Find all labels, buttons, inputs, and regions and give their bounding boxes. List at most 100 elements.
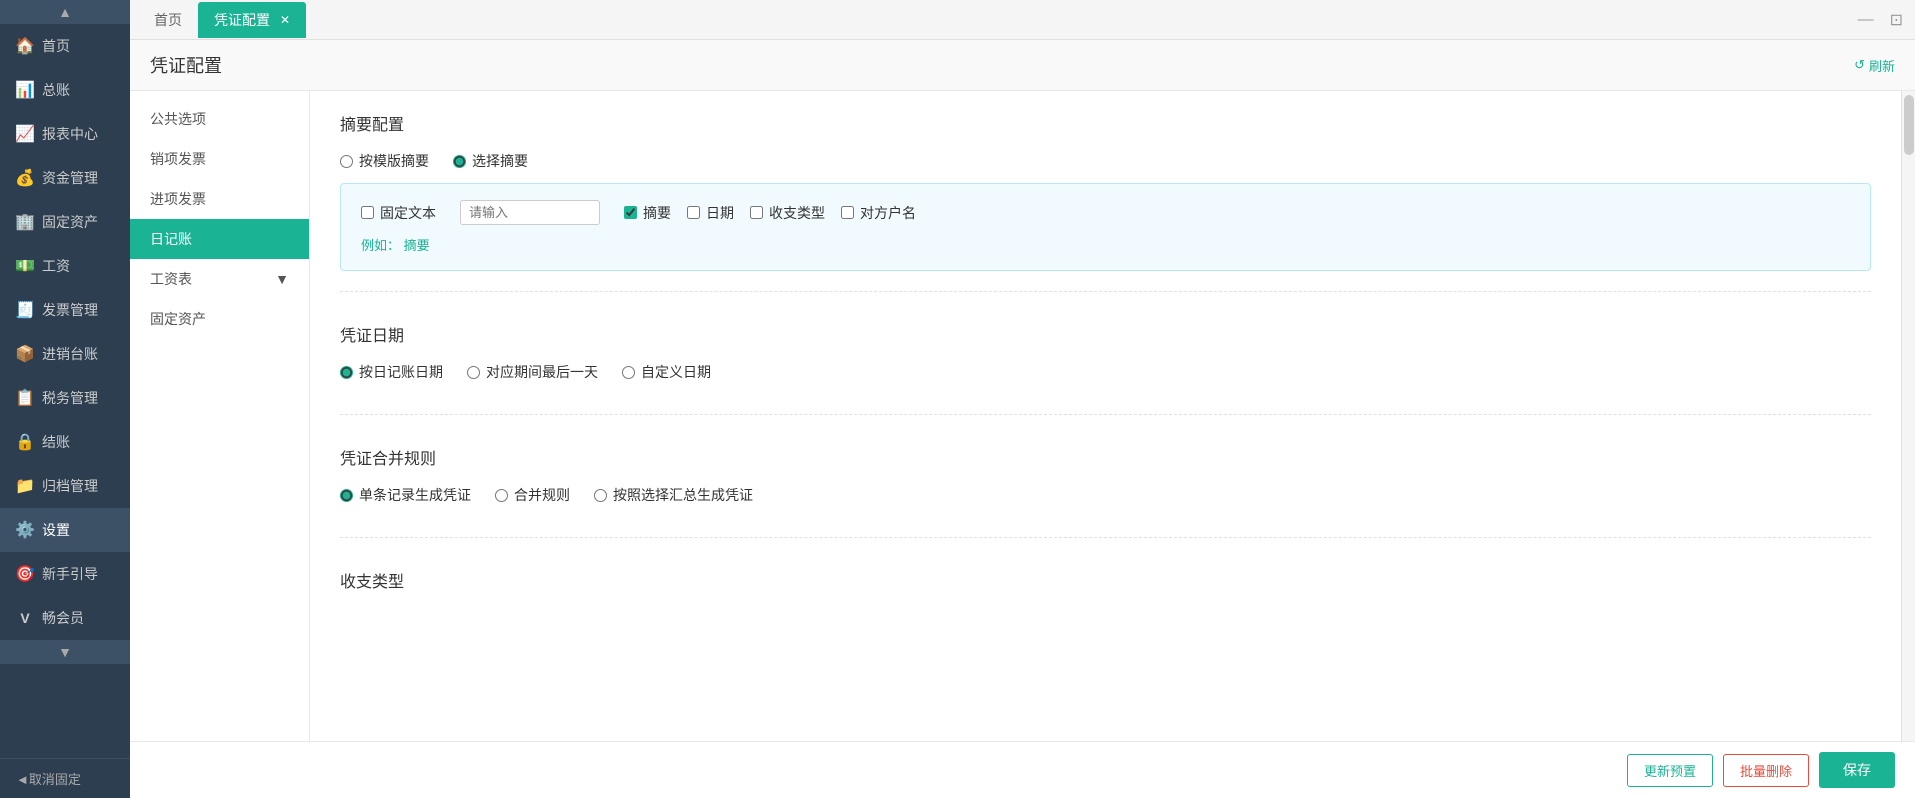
- fixed-text-input[interactable]: [460, 200, 600, 225]
- invoice-icon: 🧾: [16, 301, 34, 319]
- left-nav-journal[interactable]: 日记账: [130, 219, 309, 259]
- cancel-fixed-btn[interactable]: ◄取消固定: [0, 758, 130, 798]
- footer-bar: 更新预置 批量删除 保存: [130, 741, 1915, 798]
- sidebar-item-capital[interactable]: 💰 资金管理: [0, 156, 130, 200]
- summary-radio-group: 按模版摘要 选择摘要: [340, 151, 1871, 171]
- page-title: 凭证配置: [150, 52, 222, 78]
- date-radio-group: 按日记账日期 对应期间最后一天 自定义日期: [340, 362, 1871, 382]
- sidebar-item-label: 固定资产: [42, 212, 98, 232]
- tab-voucher-config[interactable]: 凭证配置 ✕: [198, 2, 306, 38]
- merge-radio-select-merge[interactable]: 按照选择汇总生成凭证: [594, 485, 753, 505]
- date-radio-custom[interactable]: 自定义日期: [622, 362, 711, 382]
- save-button[interactable]: 保存: [1819, 752, 1895, 788]
- date-radio-last-day-label: 对应期间最后一天: [486, 362, 598, 382]
- refresh-button[interactable]: ↺ 刷新: [1854, 56, 1895, 75]
- date-radio-journal[interactable]: 按日记账日期: [340, 362, 443, 382]
- sidebar-item-archive[interactable]: 📁 归档管理: [0, 464, 130, 508]
- left-nav-payroll[interactable]: 工资表 ▼: [130, 259, 309, 299]
- sidebar-scroll-down[interactable]: ▼: [0, 640, 130, 664]
- chevron-down-icon: ▼: [275, 271, 289, 287]
- merge-radio-rules[interactable]: 合并规则: [495, 485, 570, 505]
- summary-example-prefix: 例如：: [361, 238, 400, 253]
- left-nav-fixed-assets-label: 固定资产: [150, 309, 206, 329]
- merge-radio-single[interactable]: 单条记录生成凭证: [340, 485, 471, 505]
- sidebar-item-settings[interactable]: ⚙️ 设置: [0, 508, 130, 552]
- checkbox-summary[interactable]: 摘要: [624, 203, 671, 223]
- refresh-icon: ↺: [1854, 57, 1865, 73]
- sidebar-item-label: 发票管理: [42, 300, 98, 320]
- sidebar-item-label: 新手引导: [42, 564, 98, 584]
- main-area: 首页 凭证配置 ✕ — ⊡ 凭证配置 ↺ 刷新 公共选项: [130, 0, 1915, 798]
- tab-maximize-btn[interactable]: ⊡: [1886, 8, 1907, 32]
- date-section: 凭证日期 按日记账日期 对应期间最后一天 自定义日期: [340, 322, 1871, 415]
- summary-radio-template[interactable]: 按模版摘要: [340, 151, 429, 171]
- sidebar-item-salary[interactable]: 💵 工资: [0, 244, 130, 288]
- sidebar-item-label: 首页: [42, 36, 70, 56]
- closing-icon: 🔒: [16, 433, 34, 451]
- tab-home-label: 首页: [154, 10, 182, 30]
- sidebar-item-assets[interactable]: 🏢 固定资产: [0, 200, 130, 244]
- scrollbar-track[interactable]: [1901, 91, 1915, 741]
- batch-delete-button[interactable]: 批量删除: [1723, 754, 1809, 787]
- tab-close-icon[interactable]: ✕: [280, 13, 290, 27]
- date-title: 凭证日期: [340, 322, 1871, 346]
- left-nav-fixed-assets[interactable]: 固定资产: [130, 299, 309, 339]
- summary-config-box: 固定文本 摘要 日期: [340, 183, 1871, 271]
- left-nav-purchase-invoice[interactable]: 进项发票: [130, 179, 309, 219]
- left-nav-public-label: 公共选项: [150, 109, 206, 129]
- sidebar-item-ledger[interactable]: 📊 总账: [0, 68, 130, 112]
- summary-example: 例如： 摘要: [361, 235, 1850, 254]
- date-radio-last-day[interactable]: 对应期间最后一天: [467, 362, 598, 382]
- scrollbar-thumb[interactable]: [1904, 95, 1914, 155]
- left-nav-purchase-invoice-label: 进项发票: [150, 189, 206, 209]
- sidebar-item-label: 设置: [42, 520, 70, 540]
- left-nav-payroll-label: 工资表: [150, 269, 192, 289]
- sidebar-item-vip[interactable]: V 畅会员: [0, 596, 130, 640]
- guide-icon: 🎯: [16, 565, 34, 583]
- checkbox-date[interactable]: 日期: [687, 203, 734, 223]
- sidebar-item-label: 总账: [42, 80, 70, 100]
- left-nav-journal-label: 日记账: [150, 229, 192, 249]
- update-preview-button[interactable]: 更新预置: [1627, 754, 1713, 787]
- sidebar-item-label: 畅会员: [42, 608, 84, 628]
- sidebar-item-label: 工资: [42, 256, 70, 276]
- checkbox-income-type-label: 收支类型: [769, 203, 825, 223]
- checkbox-summary-label: 摘要: [643, 203, 671, 223]
- tab-home[interactable]: 首页: [138, 2, 198, 38]
- summary-example-value: 摘要: [404, 238, 430, 253]
- sidebar: ▲ 🏠 首页 📊 总账 📈 报表中心 💰 资金管理 🏢 固定资产 💵 工资 🧾 …: [0, 0, 130, 798]
- summary-radio-template-label: 按模版摘要: [359, 151, 429, 171]
- checkbox-income-type[interactable]: 收支类型: [750, 203, 825, 223]
- left-nav-sales-invoice[interactable]: 销项发票: [130, 139, 309, 179]
- sidebar-item-reports[interactable]: 📈 报表中心: [0, 112, 130, 156]
- tab-minimize-btn[interactable]: —: [1854, 8, 1878, 32]
- date-radio-journal-label: 按日记账日期: [359, 362, 443, 382]
- sidebar-item-closing[interactable]: 🔒 结账: [0, 420, 130, 464]
- checkbox-counter-name[interactable]: 对方户名: [841, 203, 916, 223]
- checkbox-fixed-text-label: 固定文本: [380, 203, 436, 223]
- summary-radio-select[interactable]: 选择摘要: [453, 151, 528, 171]
- tab-voucher-config-label: 凭证配置: [214, 10, 270, 30]
- sidebar-item-label: 归档管理: [42, 476, 98, 496]
- merge-radio-select-merge-label: 按照选择汇总生成凭证: [613, 485, 753, 505]
- reports-icon: 📈: [16, 125, 34, 143]
- sidebar-item-sales[interactable]: 📦 进销台账: [0, 332, 130, 376]
- merge-radio-group: 单条记录生成凭证 合并规则 按照选择汇总生成凭证: [340, 485, 1871, 505]
- vip-icon: V: [16, 609, 34, 627]
- sales-icon: 📦: [16, 345, 34, 363]
- sidebar-item-invoice[interactable]: 🧾 发票管理: [0, 288, 130, 332]
- archive-icon: 📁: [16, 477, 34, 495]
- sidebar-item-home[interactable]: 🏠 首页: [0, 24, 130, 68]
- left-nav: 公共选项 销项发票 进项发票 日记账 工资表 ▼ 固定资产: [130, 91, 310, 741]
- sidebar-item-tax[interactable]: 📋 税务管理: [0, 376, 130, 420]
- merge-radio-single-label: 单条记录生成凭证: [359, 485, 471, 505]
- sidebar-item-label: 结账: [42, 432, 70, 452]
- checkbox-fixed-text[interactable]: 固定文本: [361, 203, 436, 223]
- sidebar-scroll-up[interactable]: ▲: [0, 0, 130, 24]
- left-nav-public[interactable]: 公共选项: [130, 99, 309, 139]
- merge-title: 凭证合并规则: [340, 445, 1871, 469]
- sidebar-item-label: 税务管理: [42, 388, 98, 408]
- sidebar-item-guide[interactable]: 🎯 新手引导: [0, 552, 130, 596]
- right-content: 摘要配置 按模版摘要 选择摘要: [310, 91, 1901, 741]
- tax-icon: 📋: [16, 389, 34, 407]
